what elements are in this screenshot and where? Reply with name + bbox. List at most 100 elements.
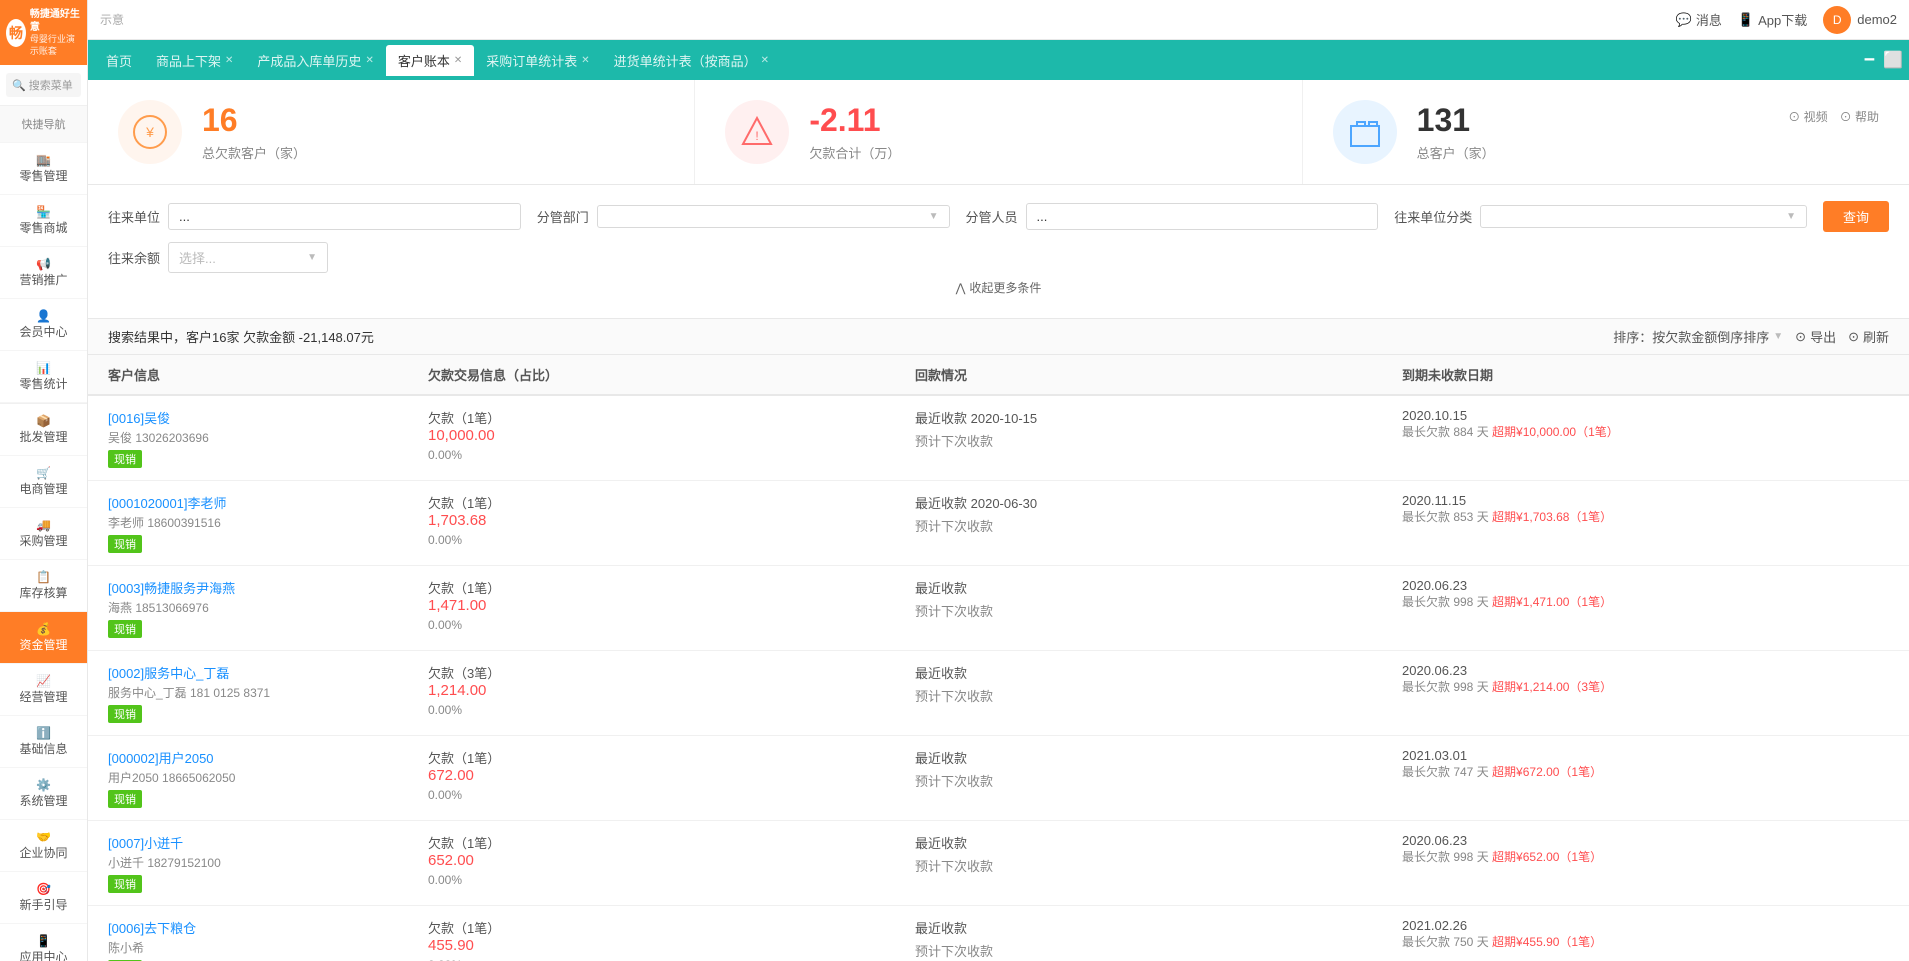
filter-balance-placeholder: 选择... (179, 248, 216, 267)
customer-name-link-4[interactable]: [0002]服务中心_丁磊 (108, 666, 229, 681)
overdue-link-3[interactable]: 超期¥1,471.00（1笔） (1492, 595, 1612, 609)
tab-customer-account[interactable]: 客户账本 ✕ (386, 45, 474, 76)
tabs-maximize-button[interactable]: ⬜ (1883, 47, 1903, 74)
overdue-days-4: 最长欠款 998 天 超期¥1,214.00（3笔） (1402, 678, 1889, 695)
total-customers-label: 总客户（家） (1417, 143, 1769, 162)
sidebar-item-member-center[interactable]: 👤 会员中心 (0, 299, 87, 351)
filter-area: 往来单位 ... 分管部门 ▼ 分管人员 (88, 185, 1909, 319)
sidebar-item-system-mgmt[interactable]: ⚙️ 系统管理 (0, 768, 87, 820)
customer-phone-6: 小迸千 18279152100 (108, 854, 428, 871)
customer-name-link-5[interactable]: [000002]用户2050 (108, 751, 214, 766)
overdue-link-2[interactable]: 超期¥1,703.68（1笔） (1492, 510, 1612, 524)
customer-name-link-2[interactable]: [0001020001]李老师 (108, 496, 227, 511)
overdue-info-5: 2021.03.01 最长欠款 747 天 超期¥672.00（1笔） (1402, 748, 1889, 780)
sidebar-item-enterprise-collab[interactable]: 🤝 企业协同 (0, 820, 87, 872)
sidebar-item-basic-info[interactable]: ℹ️ 基础信息 (0, 716, 87, 768)
sidebar-item-zero-stats[interactable]: 📊 零售统计 (0, 351, 87, 403)
app-download-button[interactable]: 📱 App下载 (1738, 10, 1807, 29)
overdue-days-5: 最长欠款 747 天 超期¥672.00（1笔） (1402, 763, 1889, 780)
debt-amount-6[interactable]: 652.00 (428, 852, 915, 869)
tabs-actions: 🗕 ⬜ (1864, 47, 1903, 74)
sidebar-item-newbie-guide[interactable]: 🎯 新手引导 (0, 872, 87, 924)
tabs-minimize-button[interactable]: 🗕 (1864, 47, 1875, 74)
debt-amount-4[interactable]: 1,214.00 (428, 682, 915, 699)
help-button[interactable]: ⊙ 帮助 (1840, 108, 1879, 125)
filter-unit-category-select[interactable]: ▼ (1480, 205, 1807, 228)
menu-icon: 📋 (6, 570, 81, 584)
debt-total-number: -2.11 (809, 102, 1271, 139)
message-label: 消息 (1696, 10, 1722, 29)
debt-amount-3[interactable]: 1,471.00 (428, 597, 915, 614)
overdue-link-4[interactable]: 超期¥1,214.00（3笔） (1492, 680, 1612, 694)
username: demo2 (1857, 12, 1897, 27)
message-button[interactable]: 💬 消息 (1676, 10, 1722, 29)
user-profile[interactable]: D demo2 (1823, 6, 1897, 34)
customer-tag-2: 现销 (108, 535, 142, 553)
export-button[interactable]: ⊙ 导出 (1795, 327, 1836, 346)
collapse-filter-button[interactable]: ⋀ 收起更多条件 (108, 273, 1889, 302)
result-summary: 搜索结果中，客户16家 欠款金额 -21,148.07元 (108, 327, 374, 346)
customer-name-link-7[interactable]: [0006]去下粮仓 (108, 921, 196, 936)
tab-product-purchase-history-close[interactable]: ✕ (365, 55, 373, 66)
search-menu-button[interactable]: 🔍 搜索菜单 (6, 73, 81, 97)
overdue-days-6: 最长欠款 998 天 超期¥652.00（1笔） (1402, 848, 1889, 865)
filter-dept-select[interactable]: ▼ (597, 205, 950, 228)
overdue-link-6[interactable]: 超期¥652.00（1笔） (1492, 850, 1602, 864)
menu-icon: 👤 (6, 309, 81, 323)
top-bar-right: 💬 消息 📱 App下载 D demo2 (1676, 6, 1897, 34)
stats-row: ¥ 16 总欠款客户（家） ! -2.11 欠款合计（万） (88, 80, 1909, 185)
stat-info-total-customers: 131 总客户（家） (1417, 102, 1769, 162)
menu-icon: 🏪 (6, 205, 81, 219)
filter-unit-input[interactable]: ... (168, 203, 521, 230)
menu-icon: 📈 (6, 674, 81, 688)
sort-select[interactable]: 排序：按欠款金额倒序排序 ▼ (1613, 327, 1783, 346)
sidebar-item-marketing[interactable]: 📢 营销推广 (0, 247, 87, 299)
customer-name-link-3[interactable]: [0003]畅捷服务尹海燕 (108, 581, 235, 596)
debt-amount-2[interactable]: 1,703.68 (428, 512, 915, 529)
sidebar-item-quick-nav[interactable]: 快捷导航 (0, 106, 87, 143)
video-help-button[interactable]: ⊙ 视频 (1788, 108, 1827, 125)
app-download-label: App下载 (1758, 10, 1807, 29)
tab-product-purchase-history[interactable]: 产成品入库单历史 ✕ (245, 45, 385, 76)
sidebar-item-fund-mgmt[interactable]: 💰 资金管理 (0, 612, 87, 664)
sidebar-item-inventory-check[interactable]: 📋 库存核算 (0, 560, 87, 612)
tab-home[interactable]: 首页 (94, 45, 144, 76)
tab-product-purchase-history-label: 产成品入库单历史 (257, 51, 361, 70)
customer-name-link-6[interactable]: [0007]小迸千 (108, 836, 183, 851)
sidebar-item-label: 企业协同 (6, 844, 81, 861)
debt-total-label: 欠款合计（万） (809, 143, 1271, 162)
tab-customer-account-close[interactable]: ✕ (454, 55, 462, 66)
recovery-info-2: 最近收款 2020-06-30 预计下次收款 (915, 493, 1402, 535)
filter-unit-label: 往来单位 (108, 207, 160, 226)
tab-product-on-off-close[interactable]: ✕ (225, 55, 233, 66)
debt-amount-1[interactable]: 10,000.00 (428, 427, 915, 444)
overdue-link-7[interactable]: 超期¥455.90（1笔） (1492, 935, 1602, 949)
tab-purchase-stats-by-product[interactable]: 进货单统计表（按商品） ✕ (602, 45, 781, 76)
customer-name-link-1[interactable]: [0016]吴俊 (108, 411, 170, 426)
debt-amount-5[interactable]: 672.00 (428, 767, 915, 784)
overdue-link-1[interactable]: 超期¥10,000.00（1笔） (1492, 425, 1619, 439)
customer-info-7: [0006]去下粮仓 陈小希 现销 (108, 918, 428, 961)
overdue-days-3: 最长欠款 998 天 超期¥1,471.00（1笔） (1402, 593, 1889, 610)
filter-balance-select[interactable]: 选择... ▼ (168, 242, 328, 273)
filter-person-input[interactable]: ... (1026, 203, 1379, 230)
tab-purchase-order-stats[interactable]: 采购订单统计表 ✕ (474, 45, 601, 76)
refresh-button[interactable]: ⊙ 刷新 (1848, 327, 1889, 346)
recovery-next-6: 预计下次收款 (915, 856, 1402, 875)
tab-purchase-stats-by-product-close[interactable]: ✕ (761, 55, 769, 66)
tab-purchase-order-stats-close[interactable]: ✕ (581, 55, 589, 66)
overdue-link-5[interactable]: 超期¥672.00（1笔） (1492, 765, 1602, 779)
sidebar-item-purchase-mgmt[interactable]: 🚚 采购管理 (0, 508, 87, 560)
sidebar-item-zero-retail-mgmt[interactable]: 🏬 零售管理 (0, 143, 87, 195)
sidebar-item-batch-mgmt[interactable]: 📦 批发管理 (0, 404, 87, 456)
sidebar-item-zero-retail-mall[interactable]: 🏪 零售商城 (0, 195, 87, 247)
sidebar-item-ecom-mgmt[interactable]: 🛒 电商管理 (0, 456, 87, 508)
sidebar-item-app-center[interactable]: 📱 应用中心 (0, 924, 87, 961)
search-button[interactable]: 查询 (1823, 201, 1889, 232)
sidebar-item-ops-mgmt[interactable]: 📈 经营管理 (0, 664, 87, 716)
debt-customers-label: 总欠款客户（家） (202, 143, 664, 162)
debt-info-6: 欠款（1笔） 652.00 0.00% (428, 833, 915, 887)
debt-amount-7[interactable]: 455.90 (428, 937, 915, 954)
sidebar-item-label: 零售管理 (6, 167, 81, 184)
tab-product-on-off[interactable]: 商品上下架 ✕ (144, 45, 245, 76)
